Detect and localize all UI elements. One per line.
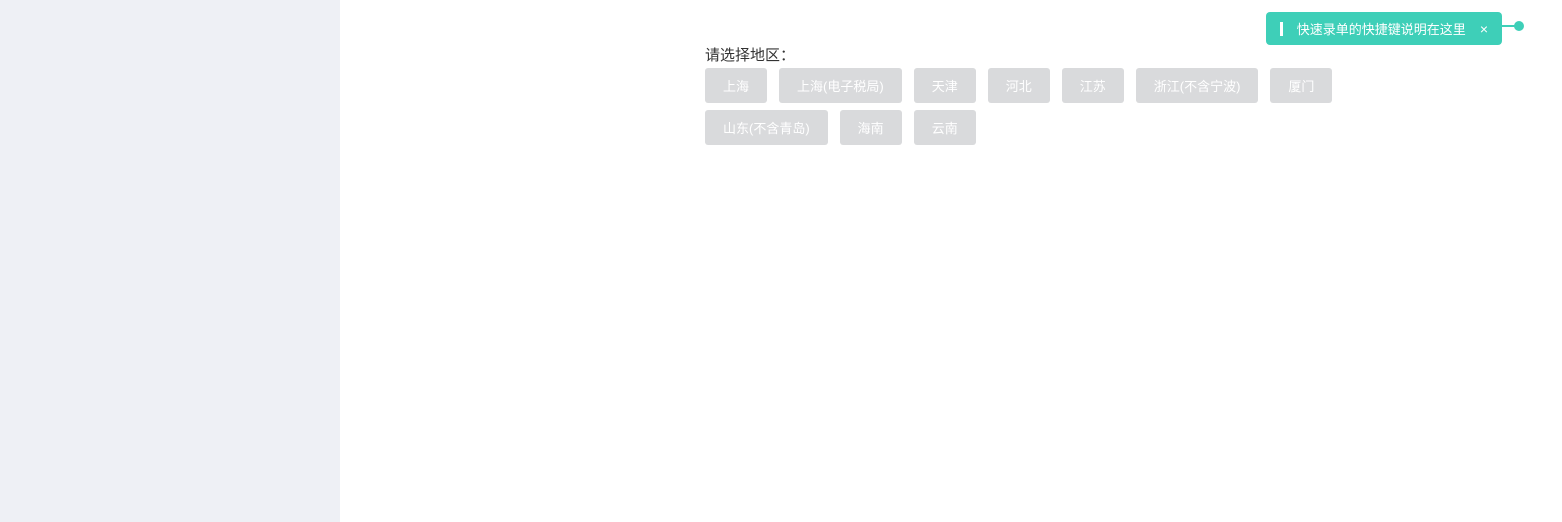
region-buttons-row1: 上海上海(电子税局) 天津河北江苏浙江(不含宁波) 厦门 [705,68,1332,103]
page-label: 请选择地区： [705,44,795,65]
tooltip-bar-decoration [1280,22,1283,36]
region-btn-jiangsu[interactable]: 江苏 [1062,68,1124,103]
region-btn-zhejiang[interactable]: 浙江(不含宁波) [1136,68,1259,103]
region-btn-yunnan[interactable]: 云南 [914,110,976,145]
region-buttons-row2: 山东(不含青岛) 海南云南 [705,110,976,145]
main-content: 请选择地区： 上海上海(电子税局) 天津河北江苏浙江(不含宁波) 厦门 山东(不含青… [340,0,1562,522]
tooltip-close-button[interactable]: × [1480,21,1488,37]
region-btn-xiamen[interactable]: 厦门 [1270,68,1332,103]
region-btn-shanghai-etax[interactable]: 上海(电子税局) [779,68,902,103]
tooltip-text: 快速录单的快捷键说明在这里 [1297,19,1466,38]
left-sidebar [0,0,340,522]
region-btn-tianjin[interactable]: 天津 [914,68,976,103]
tooltip-banner: 快速录单的快捷键说明在这里 × [1266,12,1502,45]
region-btn-hebei[interactable]: 河北 [988,68,1050,103]
region-btn-hainan[interactable]: 海南 [840,110,902,145]
tooltip-connector-dot [1514,21,1524,31]
region-btn-shanghai[interactable]: 上海 [705,68,767,103]
region-btn-shandong[interactable]: 山东(不含青岛) [705,110,828,145]
